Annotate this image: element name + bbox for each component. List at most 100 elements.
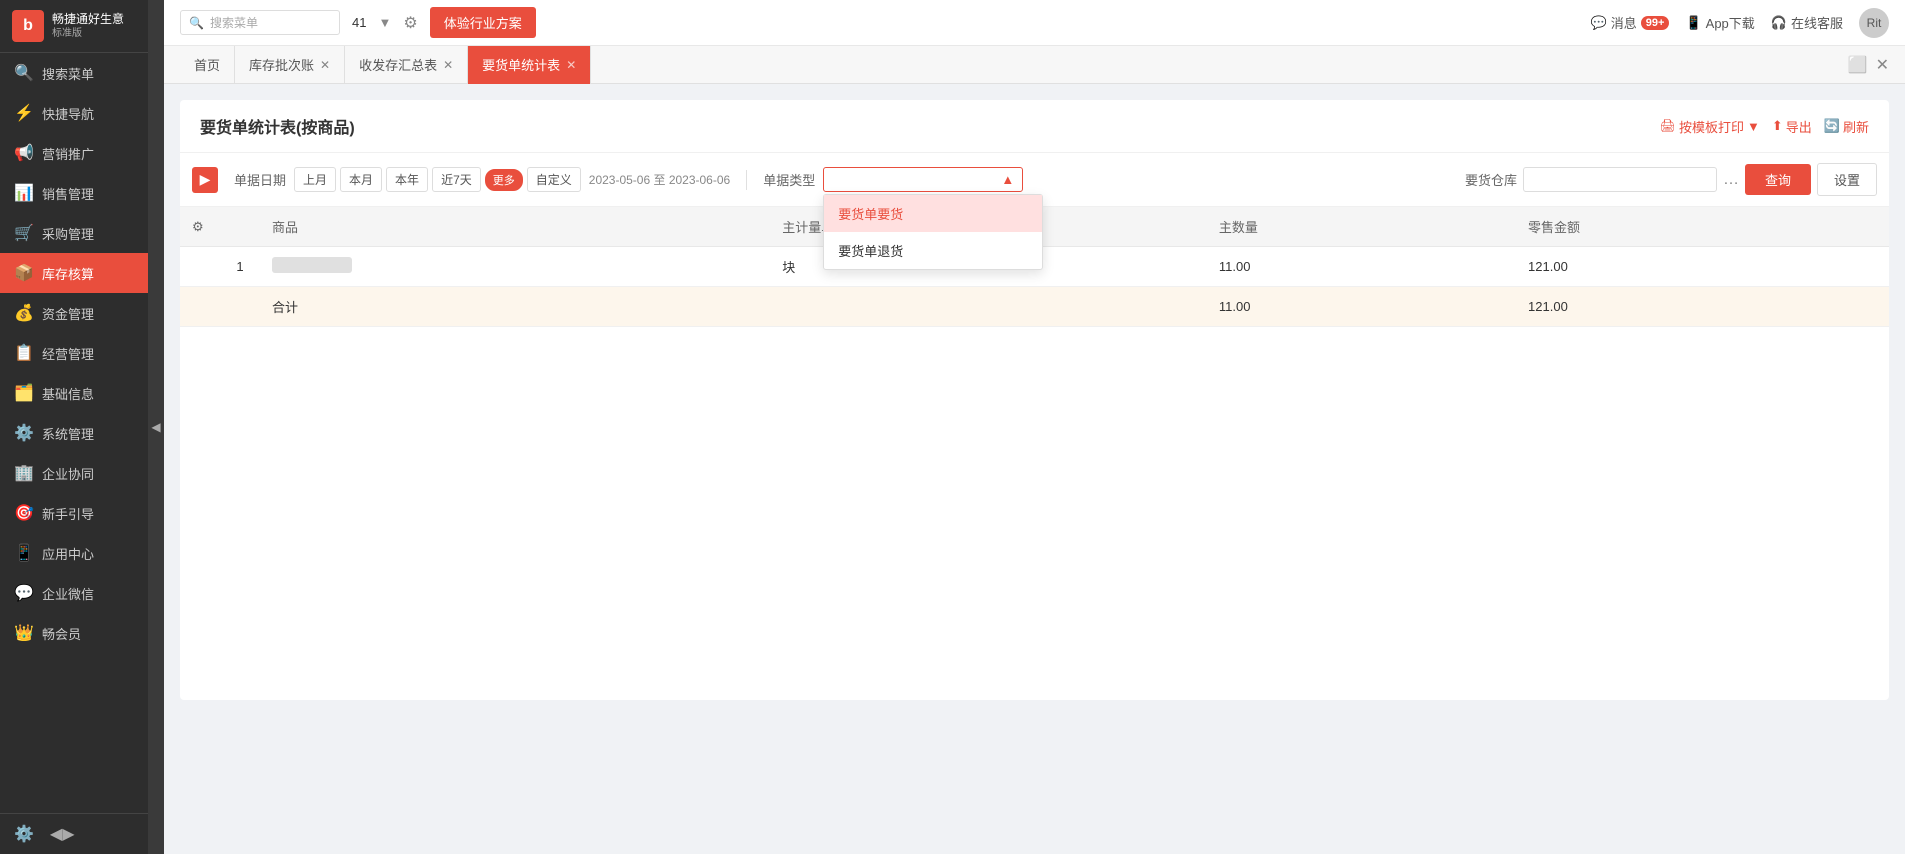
- sidebar-label-sales: 销售管理: [42, 184, 94, 203]
- sidebar-label-member: 畅会员: [42, 624, 81, 643]
- type-dropdown[interactable]: ▲ 要货单要货 要货单退货: [823, 167, 1023, 192]
- page-card: 要货单统计表(按商品) 🖨 按模板打印 ▼ ⬆ 导出 🔄 刷新: [180, 100, 1889, 700]
- sidebar-label-guide: 新手引导: [42, 504, 94, 523]
- type-dropdown-menu: 要货单要货 要货单退货: [823, 194, 1043, 270]
- user-avatar[interactable]: Rit: [1859, 8, 1889, 38]
- service-icon: 🎧: [1771, 15, 1787, 31]
- sidebar-item-inventory[interactable]: 📦库存核算: [0, 253, 148, 293]
- tab-collect-summary[interactable]: 收发存汇总表 ✕: [345, 46, 468, 84]
- date-btn-more[interactable]: 更多: [485, 169, 523, 191]
- print-btn[interactable]: 🖨 按模板打印 ▼: [1659, 117, 1759, 136]
- sidebar-item-member[interactable]: 👑 畅会员: [0, 613, 148, 653]
- date-btn-last-month[interactable]: 上月: [294, 167, 336, 192]
- filter-divider-1: [746, 170, 747, 190]
- filter-bar: ▶ 单据日期 上月 本月 本年 近7天 更多 自定义 2023-05-06 至 …: [180, 153, 1889, 207]
- refresh-btn[interactable]: 🔄 刷新: [1824, 117, 1869, 136]
- topbar: 🔍 搜索菜单 41 ▼ ⚙ 体验行业方案 💬 消息 99+ 📱 App下载 🎧 …: [164, 0, 1905, 46]
- print-arrow: ▼: [1747, 119, 1760, 134]
- search-icon: 🔍: [189, 16, 204, 30]
- query-button[interactable]: 查询: [1745, 164, 1811, 195]
- sidebar-icon-member: 👑: [14, 623, 34, 643]
- date-btn-this-year[interactable]: 本年: [386, 167, 428, 192]
- date-btn-custom[interactable]: 自定义: [527, 167, 581, 192]
- sidebar-label-quick-nav: 快捷导航: [42, 104, 94, 123]
- sidebar-label-operation: 经营管理: [42, 344, 94, 363]
- type-dropdown-trigger[interactable]: ▲: [823, 167, 1023, 192]
- sidebar-label-search: 搜索菜单: [42, 64, 94, 83]
- col-header-settings[interactable]: ⚙: [180, 207, 220, 247]
- tab-collect-summary-close[interactable]: ✕: [443, 58, 453, 72]
- sidebar-icon-system: ⚙️: [14, 423, 34, 443]
- total-row: 合计 11.00 121.00: [180, 287, 1889, 327]
- warehouse-input[interactable]: [1523, 167, 1717, 192]
- total-empty-1: [180, 287, 220, 327]
- tab-home[interactable]: 首页: [180, 46, 235, 84]
- store-dropdown-icon[interactable]: ▼: [378, 15, 391, 30]
- app-label: App下载: [1706, 13, 1755, 32]
- app-download-item[interactable]: 📱 App下载: [1685, 13, 1754, 32]
- tab-inventory-batch-close[interactable]: ✕: [320, 58, 330, 72]
- sidebar-item-finance[interactable]: 💰资金管理: [0, 293, 148, 333]
- dropdown-option-order-goods[interactable]: 要货单要货: [824, 195, 1042, 232]
- cell-goods: [260, 247, 770, 287]
- sidebar-icon-quick-nav: ⚡: [14, 103, 34, 123]
- date-label: 单据日期: [234, 170, 286, 189]
- col-header-qty: 主数量: [1207, 207, 1516, 247]
- service-item[interactable]: 🎧 在线客服: [1771, 13, 1843, 32]
- sidebar-label-enterprise: 企业协同: [42, 464, 94, 483]
- sidebar-item-sales[interactable]: 📊 销售管理: [0, 173, 148, 213]
- sidebar-settings-icon[interactable]: ⚙️: [14, 824, 34, 844]
- date-btn-7days[interactable]: 近7天: [432, 167, 481, 192]
- message-icon: 💬: [1591, 15, 1607, 31]
- topbar-search-box[interactable]: 🔍 搜索菜单: [180, 10, 340, 35]
- tab-home-label: 首页: [194, 55, 220, 74]
- sidebar-item-system[interactable]: ⚙️系统管理: [0, 413, 148, 453]
- warehouse-group: 要货仓库 … 查询 设置: [1465, 163, 1877, 196]
- refresh-icon: 🔄: [1824, 118, 1840, 134]
- trial-button[interactable]: 体验行业方案: [430, 7, 536, 38]
- filter-collapse-btn[interactable]: ▶: [192, 167, 218, 193]
- page-title: 要货单统计表(按商品): [200, 114, 355, 138]
- sidebar-icon-finance: 💰: [14, 303, 34, 323]
- sidebar-icon-sales: 📊: [14, 183, 34, 203]
- tab-collect-summary-label: 收发存汇总表: [359, 55, 437, 74]
- sidebar-collapse-icon[interactable]: ◀▶: [50, 824, 75, 844]
- date-btn-this-month[interactable]: 本月: [340, 167, 382, 192]
- settings-button[interactable]: 设置: [1817, 163, 1877, 196]
- store-name: 41: [352, 15, 366, 30]
- sidebar-item-guide[interactable]: 🎯新手引导: [0, 493, 148, 533]
- sidebar-item-basic[interactable]: 🗂️基础信息: [0, 373, 148, 413]
- sidebar-item-search[interactable]: 🔍 搜索菜单: [0, 53, 148, 93]
- filter-type-group: 单据类型 ▲ 要货单要货 要货单退货: [763, 167, 1023, 192]
- sidebar-collapse-btn[interactable]: ◀: [148, 0, 164, 854]
- tab-order-stats[interactable]: 要货单统计表 ✕: [468, 46, 591, 84]
- sidebar-item-operation[interactable]: 📋经营管理: [0, 333, 148, 373]
- filter-date-group: 单据日期 上月 本月 本年 近7天 更多 自定义 2023-05-06 至 20…: [234, 167, 730, 192]
- sidebar-item-enterprise[interactable]: 🏢 企业协同: [0, 453, 148, 493]
- export-label: 导出: [1786, 117, 1812, 136]
- sidebar-item-wechat[interactable]: 💬 企业微信: [0, 573, 148, 613]
- sidebar-label-purchase: 采购管理: [42, 224, 94, 243]
- export-btn[interactable]: ⬆ 导出: [1772, 117, 1812, 136]
- tab-order-stats-close[interactable]: ✕: [566, 58, 576, 72]
- sidebar-icon-search: 🔍: [14, 63, 34, 83]
- warehouse-more-btn[interactable]: …: [1723, 171, 1739, 189]
- sidebar-item-quick-nav[interactable]: ⚡ 快捷导航: [0, 93, 148, 133]
- sidebar-icon-wechat: 💬: [14, 583, 34, 603]
- refresh-label: 刷新: [1843, 117, 1869, 136]
- tab-close-all-btn[interactable]: ✕: [1876, 55, 1889, 75]
- message-item[interactable]: 💬 消息 99+: [1591, 13, 1670, 32]
- dropdown-option-order-return[interactable]: 要货单退货: [824, 232, 1042, 269]
- topbar-settings-icon[interactable]: ⚙: [403, 13, 417, 33]
- cell-settings: [180, 247, 220, 287]
- tab-inventory-batch[interactable]: 库存批次账 ✕: [235, 46, 345, 84]
- sidebar-icon-enterprise: 🏢: [14, 463, 34, 483]
- sidebar-item-appstore[interactable]: 📱应用中心: [0, 533, 148, 573]
- sidebar-label-wechat: 企业微信: [42, 584, 94, 603]
- date-shortcuts: 上月 本月 本年 近7天 更多 自定义: [294, 167, 581, 192]
- sidebar-bottom: ⚙️ ◀▶: [0, 813, 148, 854]
- sidebar-item-purchase[interactable]: 🛒采购管理: [0, 213, 148, 253]
- sidebar-item-marketing[interactable]: 📢营销推广: [0, 133, 148, 173]
- sidebar-icon-basic: 🗂️: [14, 383, 34, 403]
- tab-expand-btn[interactable]: ⬜: [1848, 55, 1868, 75]
